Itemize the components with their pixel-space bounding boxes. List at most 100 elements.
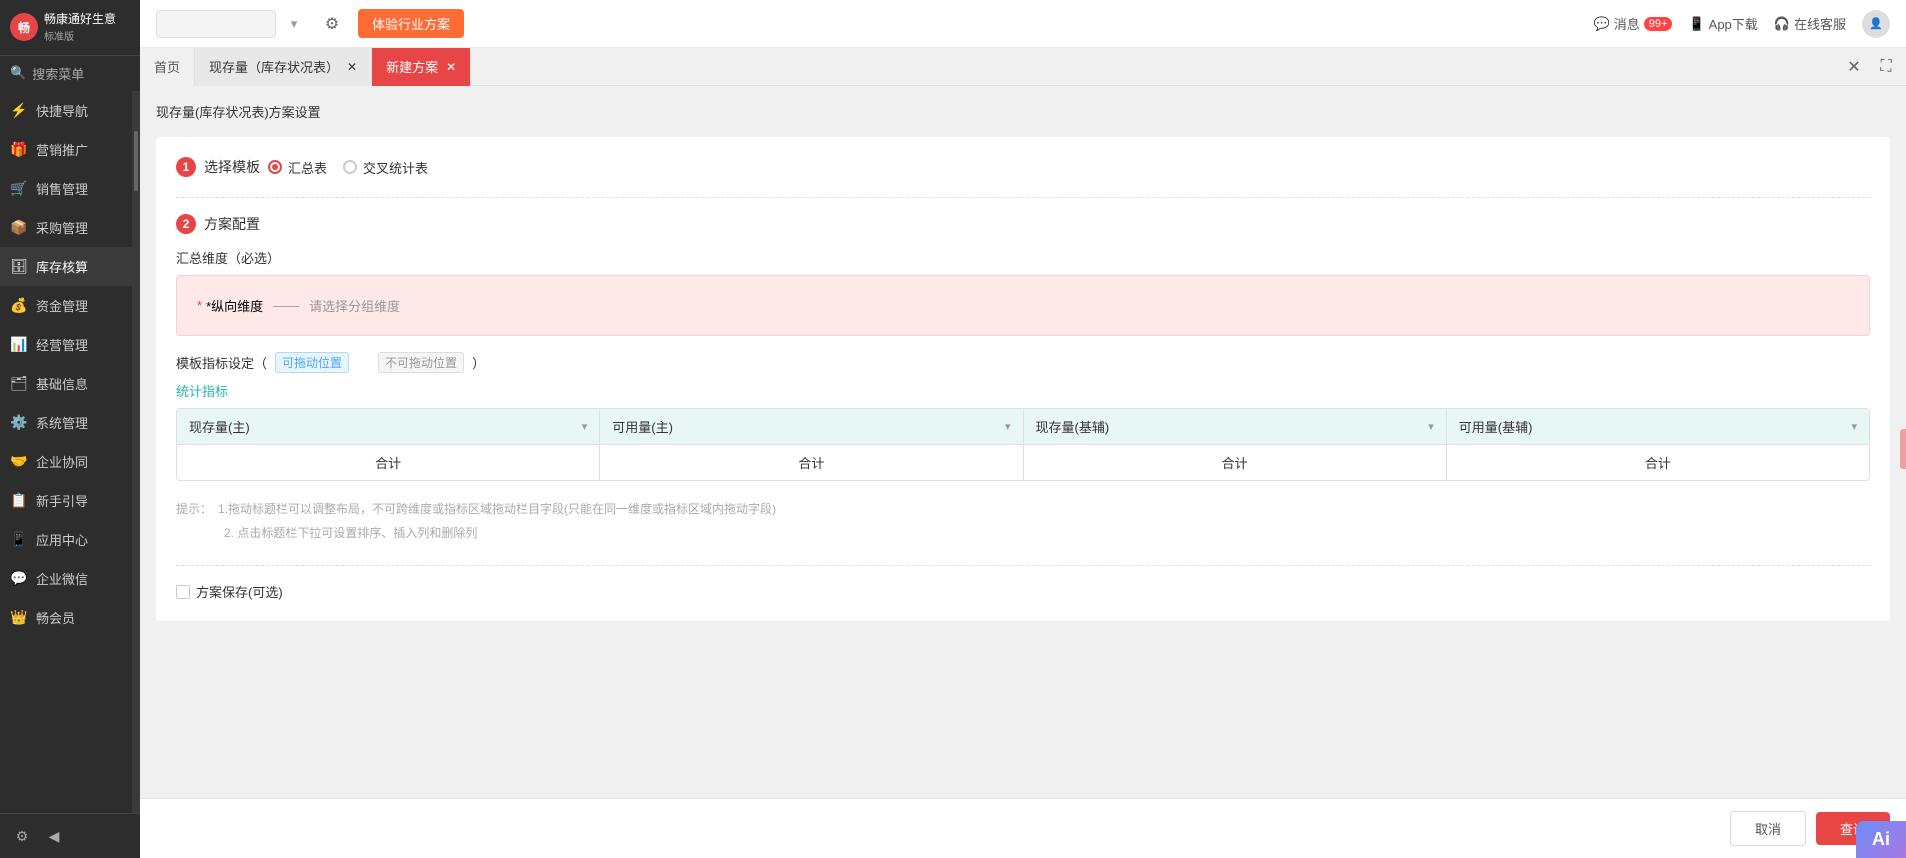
sidebar-item-marketing[interactable]: 🎁 营销推广	[0, 130, 132, 169]
radio-cross[interactable]: 交叉统计表	[343, 158, 428, 177]
bottom-divider	[176, 565, 1870, 566]
sidebar-item-sales[interactable]: 🛒 销售管理	[0, 169, 132, 208]
sidebar-item-label: 基础信息	[36, 374, 88, 393]
settings-button[interactable]: ⚙	[10, 824, 34, 848]
sidebar-item-wechat[interactable]: 💬 企业微信	[0, 559, 132, 598]
step2-section: 2 方案配置 汇总维度（必选） * *纵向维度 —— 请选择分组维度	[176, 214, 1870, 545]
message-label: 消息	[1614, 14, 1640, 33]
sidebar-item-label: 企业微信	[36, 569, 88, 588]
sidebar-logo: 畅 畅康通好生意 标准版	[0, 0, 140, 56]
indicator-settings: 模板指标设定（ 可拖动位置 不可拖动位置 ） 统计指标 现存量(主) ▾	[176, 352, 1870, 481]
sidebar-item-operations[interactable]: 📊 经营管理	[0, 325, 132, 364]
indicator-col-1[interactable]: 现存量(主) ▾	[177, 409, 600, 444]
step1-section: 1 选择模板 汇总表 交叉统计表	[176, 157, 1870, 177]
sidebar-item-quick-nav[interactable]: ⚡ 快捷导航	[0, 91, 132, 130]
col2-label: 可用量(主)	[612, 417, 673, 436]
sidebar-nav: ⚡ 快捷导航 🎁 营销推广 🛒 销售管理 📦 采购管理 🗄 库存核算 💰	[0, 91, 132, 813]
header-gear-button[interactable]: ⚙	[318, 10, 346, 38]
sidebar-item-label: 快捷导航	[36, 101, 88, 120]
col1-label: 现存量(主)	[189, 417, 250, 436]
sidebar-item-enterprise[interactable]: 🤝 企业协同	[0, 442, 132, 481]
tab-home-label: 首页	[154, 57, 180, 76]
system-icon: ⚙️	[10, 413, 28, 431]
vertical-dimension-label: *纵向维度	[206, 296, 263, 315]
message-icon: 💬	[1594, 16, 1610, 32]
tips-section: 提示： 1.拖动标题栏可以调整布局，不可跨维度或指标区域拖动栏目字段(只能在同一…	[176, 497, 1870, 545]
message-button[interactable]: 💬 消息 99+	[1594, 14, 1673, 33]
sidebar: 畅 畅康通好生意 标准版 🔍 搜索菜单 ⚡ 快捷导航 🎁 营销推广 🛒 销售管理	[0, 0, 140, 858]
sidebar-item-basics[interactable]: 🗂 基础信息	[0, 364, 132, 403]
online-service-button[interactable]: 🎧 在线客服	[1774, 14, 1846, 33]
app-download-button[interactable]: 📱 App下载	[1688, 14, 1757, 33]
header-dropdown-button[interactable]: ▾	[282, 12, 306, 36]
enterprise-icon: 🤝	[10, 452, 28, 470]
col4-chevron-icon: ▾	[1851, 420, 1857, 433]
expand-tabs-button[interactable]: ⛶	[1874, 55, 1898, 79]
save-checkbox-label: 方案保存(可选)	[196, 582, 283, 601]
quick-nav-icon: ⚡	[10, 101, 28, 119]
operations-icon: 📊	[10, 335, 28, 353]
non-draggable-badge: 不可拖动位置	[378, 352, 464, 373]
header-search-box[interactable]	[156, 10, 276, 38]
sidebar-item-finance[interactable]: 💰 资金管理	[0, 286, 132, 325]
tab-home[interactable]: 首页	[140, 48, 195, 86]
basics-icon: 🗂	[10, 374, 28, 392]
sidebar-item-label: 系统管理	[36, 413, 88, 432]
marketing-icon: 🎁	[10, 140, 28, 158]
sidebar-item-label: 资金管理	[36, 296, 88, 315]
sidebar-item-inventory[interactable]: 🗄 库存核算	[0, 247, 132, 286]
dimension-arrow: ——	[273, 298, 299, 313]
sidebar-item-label: 畅会员	[36, 608, 75, 627]
radio-summary[interactable]: 汇总表	[268, 158, 327, 177]
indicator-table: 现存量(主) ▾ 可用量(主) ▾ 现存量(基辅) ▾	[176, 408, 1870, 481]
save-checkbox[interactable]	[176, 585, 190, 599]
close-all-tabs-button[interactable]: ✕	[1842, 55, 1866, 79]
right-edge-handle[interactable]	[1900, 429, 1906, 469]
tab-inventory-status-close[interactable]: ✕	[347, 60, 357, 74]
online-service-label: 在线客服	[1794, 14, 1846, 33]
sidebar-search[interactable]: 🔍 搜索菜单	[0, 56, 140, 91]
sidebar-scrollbar[interactable]	[132, 91, 140, 813]
sidebar-item-member[interactable]: 👑 畅会员	[0, 598, 132, 637]
sidebar-item-system[interactable]: ⚙️ 系统管理	[0, 403, 132, 442]
app-download-icon: 📱	[1688, 16, 1704, 32]
page-title: 现存量(库存状况表)方案设置	[156, 102, 1890, 121]
sidebar-item-newbie[interactable]: 📋 新手引导	[0, 481, 132, 520]
indicator-col-4[interactable]: 可用量(基辅) ▾	[1447, 409, 1869, 444]
col4-label: 可用量(基辅)	[1459, 417, 1533, 436]
indicator-table-title: 统计指标	[176, 381, 1870, 400]
sidebar-item-purchase[interactable]: 📦 采购管理	[0, 208, 132, 247]
tab-bar: 首页 现存量（库存状况表） ✕ 新建方案 ✕ ✕ ⛶	[140, 48, 1906, 86]
user-avatar[interactable]: 👤	[1862, 10, 1890, 38]
sidebar-item-label: 经营管理	[36, 335, 88, 354]
trial-button[interactable]: 体验行业方案	[358, 9, 464, 38]
col3-label: 现存量(基辅)	[1036, 417, 1110, 436]
main-area: ▾ ⚙ 体验行业方案 💬 消息 99+ 📱 App下载 🎧 在线客服 👤	[140, 0, 1906, 858]
indicator-settings-label: 模板指标设定（ 可拖动位置 不可拖动位置 ）	[176, 352, 1870, 373]
search-icon: 🔍	[10, 65, 26, 81]
tab-new-plan[interactable]: 新建方案 ✕	[372, 48, 471, 86]
radio-cross-label: 交叉统计表	[363, 158, 428, 177]
tab-inventory-status[interactable]: 现存量（库存状况表） ✕	[195, 48, 372, 86]
indicator-col-3[interactable]: 现存量(基辅) ▾	[1024, 409, 1447, 444]
tab-new-plan-label: 新建方案	[386, 57, 438, 76]
sidebar-item-label: 采购管理	[36, 218, 88, 237]
cancel-button[interactable]: 取消	[1730, 811, 1806, 846]
step-divider	[176, 197, 1870, 198]
radio-summary-circle	[268, 160, 282, 174]
cell-2: 合计	[600, 445, 1023, 480]
step2-header: 2 方案配置	[176, 214, 1870, 234]
sidebar-item-label: 库存核算	[36, 257, 88, 276]
step1-badge: 1	[176, 157, 196, 177]
sidebar-item-appstore[interactable]: 📱 应用中心	[0, 520, 132, 559]
service-icon: 🎧	[1774, 16, 1790, 32]
indicator-col-2[interactable]: 可用量(主) ▾	[600, 409, 1023, 444]
header-right: 💬 消息 99+ 📱 App下载 🎧 在线客服 👤	[1594, 10, 1890, 38]
tab-new-plan-close[interactable]: ✕	[446, 60, 456, 74]
cell-4: 合计	[1447, 445, 1869, 480]
step2-title: 方案配置	[204, 214, 260, 234]
ai-badge[interactable]: Ai	[1856, 821, 1906, 858]
cell-3: 合计	[1024, 445, 1447, 480]
collapse-sidebar-button[interactable]: ◀	[42, 824, 66, 848]
sidebar-item-label: 营销推广	[36, 140, 88, 159]
